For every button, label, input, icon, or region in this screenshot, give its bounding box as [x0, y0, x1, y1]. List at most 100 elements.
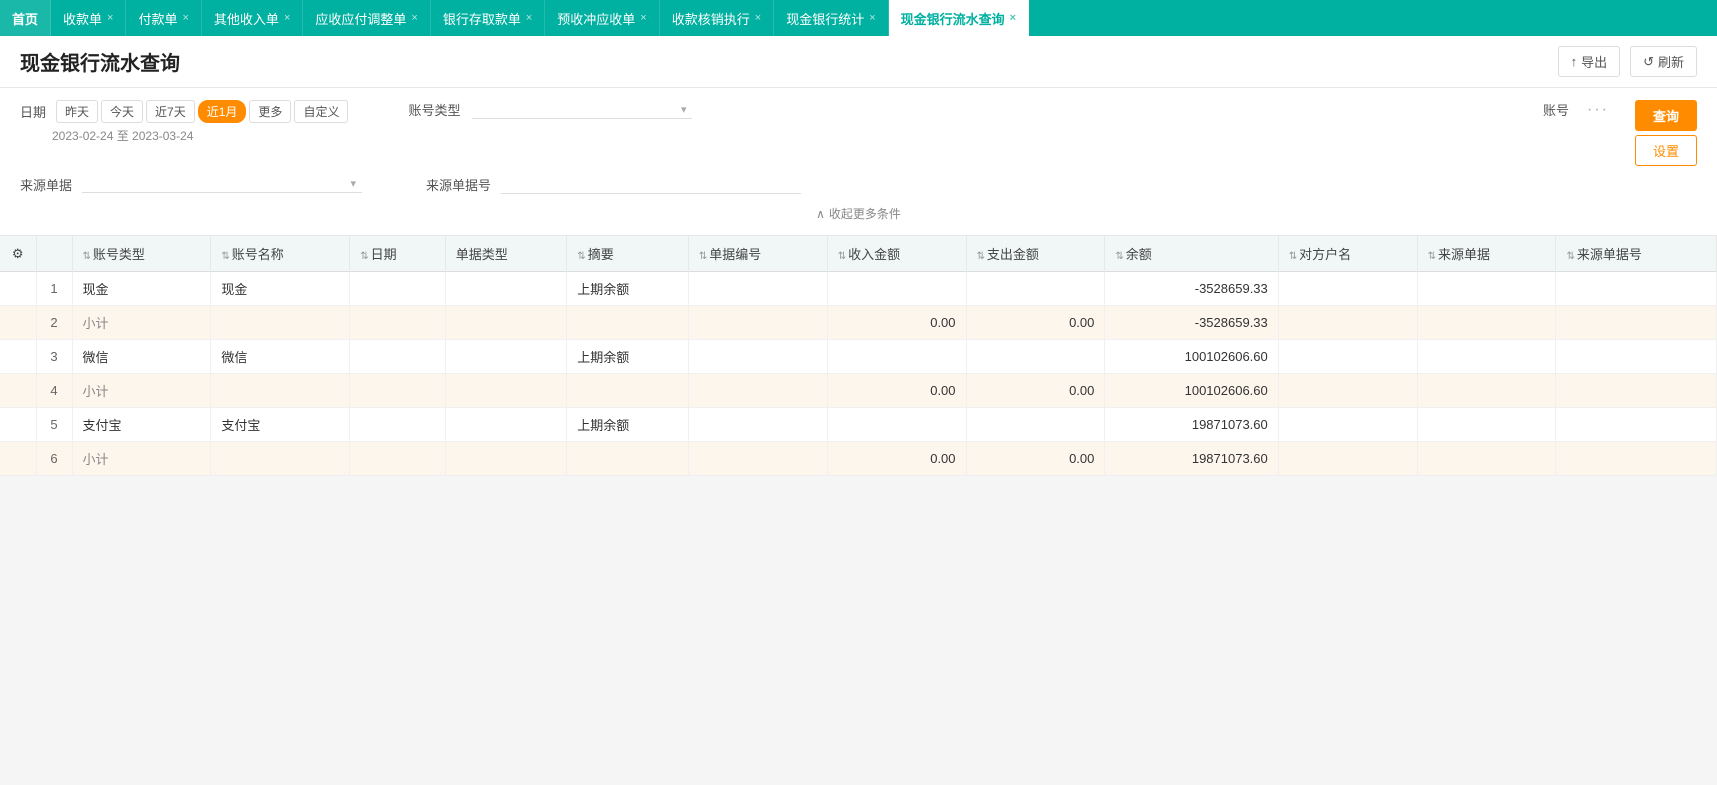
cell-income: 0.00: [827, 374, 966, 408]
column-counterparty[interactable]: ⇅对方户名: [1278, 236, 1417, 272]
date-btn-more[interactable]: 更多: [249, 100, 291, 123]
export-button[interactable]: ↑ 导出: [1558, 46, 1621, 77]
date-range-display: 2023-02-24 至 2023-03-24: [52, 129, 193, 143]
cell-settings: [0, 408, 36, 442]
sort-icon: ⇅: [1289, 251, 1297, 262]
nav-item-receipt[interactable]: 收款单 ×: [51, 0, 126, 36]
cell-doc_type: [445, 374, 567, 408]
close-icon[interactable]: ×: [526, 12, 532, 24]
close-icon[interactable]: ×: [411, 12, 417, 24]
nav-item-verify[interactable]: 收款核销执行 ×: [660, 0, 774, 36]
column-summary[interactable]: ⇅摘要: [567, 236, 689, 272]
cell-expense: 0.00: [966, 442, 1105, 476]
cell-income: [827, 408, 966, 442]
sort-icon: ⇅: [1428, 251, 1436, 262]
column-date[interactable]: ⇅日期: [350, 236, 446, 272]
cell-settings: [0, 272, 36, 306]
table-body: 1现金现金上期余额-3528659.332小计0.000.00-3528659.…: [0, 272, 1717, 476]
sort-icon: ⇅: [699, 251, 707, 262]
nav-item-home[interactable]: 首页: [0, 0, 51, 36]
cell-source_doc_num: [1556, 272, 1717, 306]
date-btn-today[interactable]: 今天: [101, 100, 143, 123]
column-settings[interactable]: ⚙: [0, 236, 36, 272]
close-icon[interactable]: ×: [869, 12, 875, 24]
column-doc-num[interactable]: ⇅单据编号: [688, 236, 827, 272]
sort-icon: ⇅: [838, 251, 846, 262]
close-icon[interactable]: ×: [182, 12, 188, 24]
cell-summary: 上期余额: [567, 340, 689, 374]
nav-item-bank-deposit[interactable]: 银行存取款单 ×: [431, 0, 545, 36]
source-doc-select[interactable]: ▾: [82, 175, 362, 193]
cell-account_name: 支付宝: [211, 408, 350, 442]
cell-income: [827, 272, 966, 306]
close-icon[interactable]: ×: [1010, 12, 1016, 24]
table-row: 4小计0.000.00100102606.60: [0, 374, 1717, 408]
close-icon[interactable]: ×: [284, 12, 290, 24]
close-icon[interactable]: ×: [640, 12, 646, 24]
cell-doc_type: [445, 272, 567, 306]
sort-icon: ⇅: [221, 251, 229, 262]
cell-source_doc: [1417, 272, 1556, 306]
sort-icon: ⇅: [977, 251, 985, 262]
settings-button[interactable]: 设置: [1635, 135, 1697, 166]
column-balance[interactable]: ⇅余额: [1105, 236, 1278, 272]
cell-account_type: 小计: [72, 306, 211, 340]
account-type-label: 账号类型: [408, 100, 460, 119]
sort-icon: ⇅: [1566, 251, 1574, 262]
column-account-name[interactable]: ⇅账号名称: [211, 236, 350, 272]
chevron-down-icon: ▾: [350, 177, 356, 190]
cell-expense: [966, 272, 1105, 306]
close-icon[interactable]: ×: [755, 12, 761, 24]
date-btn-1month[interactable]: 近1月: [198, 100, 247, 123]
column-source-doc-num[interactable]: ⇅来源单据号: [1556, 236, 1717, 272]
date-filter-label: 日期: [20, 102, 46, 121]
cell-source_doc_num: [1556, 306, 1717, 340]
date-btn-yesterday[interactable]: 昨天: [56, 100, 98, 123]
nav-item-stats[interactable]: 现金银行统计 ×: [774, 0, 888, 36]
cell-date: [350, 272, 446, 306]
date-btn-7days[interactable]: 近7天: [146, 100, 195, 123]
cell-balance: 19871073.60: [1105, 408, 1278, 442]
collapse-bar[interactable]: ∧ 收起更多条件: [20, 200, 1697, 225]
close-icon[interactable]: ×: [107, 12, 113, 24]
nav-item-payment[interactable]: 付款单 ×: [126, 0, 201, 36]
cell-num: 5: [36, 408, 72, 442]
account-label: 账号: [1543, 100, 1569, 119]
refresh-button[interactable]: ↺ 刷新: [1630, 46, 1697, 77]
nav-item-prepay[interactable]: 预收冲应收单 ×: [545, 0, 659, 36]
cell-account_name: [211, 374, 350, 408]
nav-item-other-income[interactable]: 其他收入单 ×: [202, 0, 303, 36]
cell-counterparty: [1278, 442, 1417, 476]
cell-doc_num: [688, 306, 827, 340]
column-doc-type: 单据类型: [445, 236, 567, 272]
nav-item-adjustment[interactable]: 应收应付调整单 ×: [303, 0, 430, 36]
cell-date: [350, 442, 446, 476]
chevron-up-icon: ∧: [816, 207, 825, 221]
gear-icon[interactable]: ⚙: [12, 246, 24, 261]
source-doc-num-input[interactable]: [501, 174, 801, 194]
date-btn-custom[interactable]: 自定义: [294, 100, 348, 123]
query-button[interactable]: 查询: [1635, 100, 1697, 131]
cell-source_doc_num: [1556, 340, 1717, 374]
column-source-doc[interactable]: ⇅来源单据: [1417, 236, 1556, 272]
cell-num: 6: [36, 442, 72, 476]
nav-item-flow-query[interactable]: 现金银行流水查询 ×: [889, 0, 1029, 36]
column-income[interactable]: ⇅收入金额: [827, 236, 966, 272]
account-dots: ···: [1587, 101, 1609, 119]
sort-icon: ⇅: [83, 251, 91, 262]
cell-income: 0.00: [827, 306, 966, 340]
source-doc-label: 来源单据: [20, 175, 72, 194]
flow-table: ⚙ ⇅账号类型 ⇅账号名称 ⇅日期 单据类型 ⇅摘要 ⇅单据编号: [0, 236, 1717, 476]
cell-expense: 0.00: [966, 306, 1105, 340]
cell-balance: 100102606.60: [1105, 374, 1278, 408]
column-account-type[interactable]: ⇅账号类型: [72, 236, 211, 272]
column-expense[interactable]: ⇅支出金额: [966, 236, 1105, 272]
cell-source_doc: [1417, 340, 1556, 374]
cell-account_type: 微信: [72, 340, 211, 374]
cell-date: [350, 340, 446, 374]
cell-settings: [0, 340, 36, 374]
table-header-row: ⚙ ⇅账号类型 ⇅账号名称 ⇅日期 单据类型 ⇅摘要 ⇅单据编号: [0, 236, 1717, 272]
cell-doc_type: [445, 442, 567, 476]
cell-doc_type: [445, 408, 567, 442]
account-type-select[interactable]: ▾: [472, 101, 692, 119]
